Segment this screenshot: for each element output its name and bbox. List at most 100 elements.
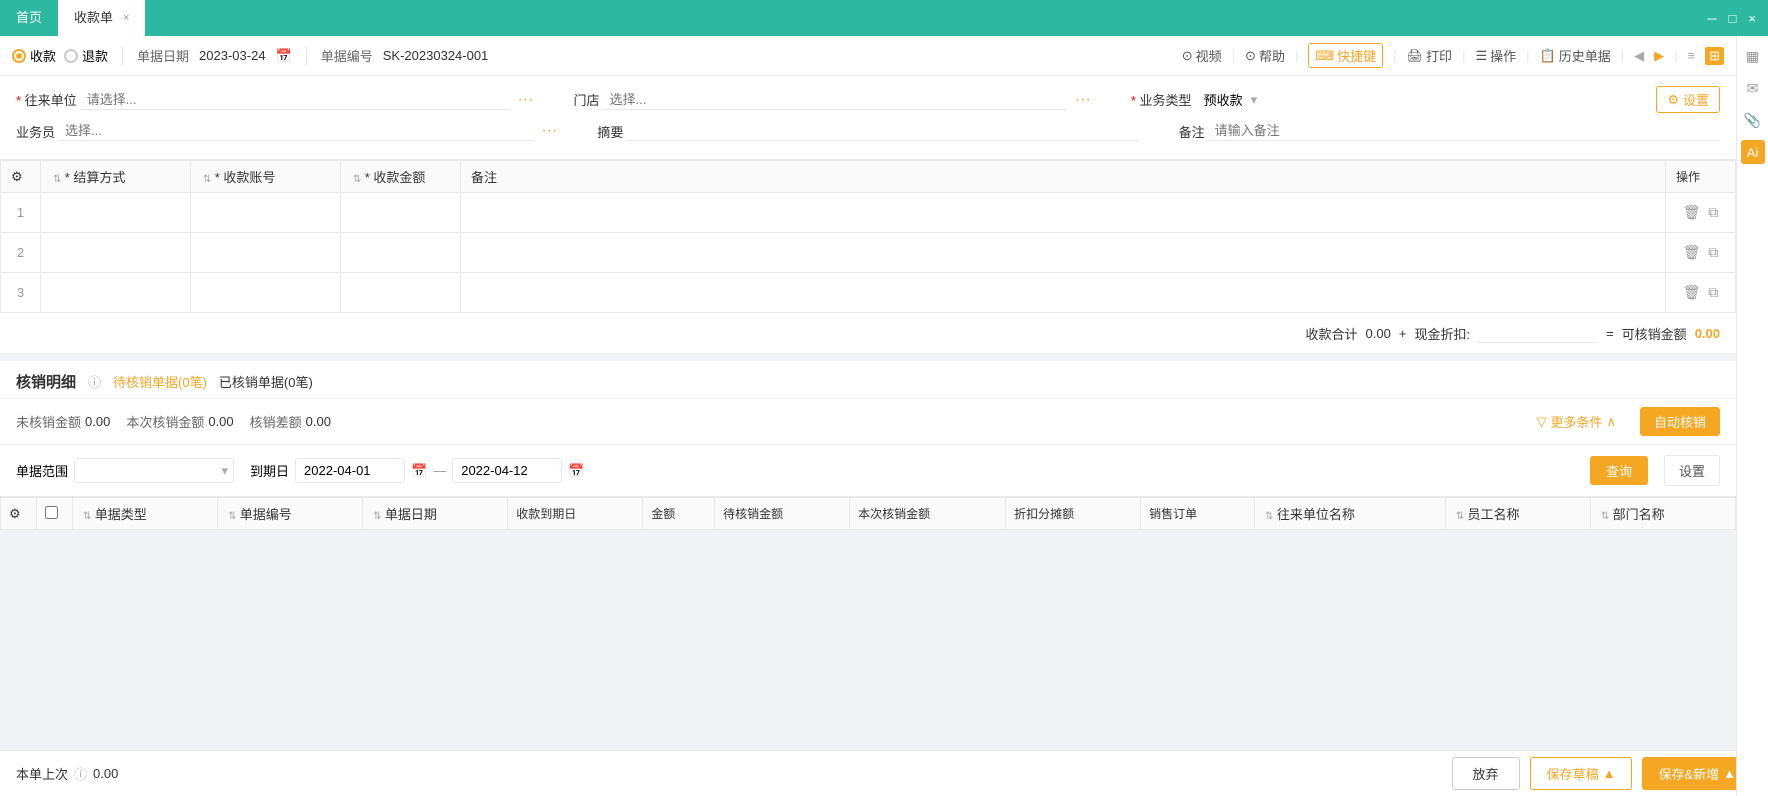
tab-home[interactable]: 首页: [0, 0, 58, 36]
query-btn[interactable]: 查询: [1590, 456, 1648, 485]
business-type-dropdown-icon[interactable]: ▾: [1251, 92, 1258, 108]
help-label: 帮助: [1259, 46, 1285, 65]
info-icon[interactable]: ⓘ: [88, 372, 101, 391]
store-input[interactable]: [603, 90, 1066, 110]
footer-left: 本单上次 ⓘ 0.00: [16, 764, 118, 783]
date-to-input[interactable]: [452, 458, 562, 483]
counterpart-input[interactable]: [81, 90, 510, 110]
pending-tab[interactable]: 待核销单据(0笔): [113, 372, 207, 391]
staff-input[interactable]: [59, 121, 533, 141]
diff-label: 核销差额: [250, 412, 302, 431]
window-close-icon[interactable]: ×: [1748, 11, 1756, 26]
sidebar-table-icon[interactable]: ▦: [1741, 44, 1765, 68]
nav-next-icon[interactable]: ▶: [1654, 48, 1664, 64]
operation-action[interactable]: ☰ 操作: [1475, 46, 1516, 65]
bth-settings[interactable]: ⚙: [1, 498, 37, 530]
sort-dept-icon: ⇅: [1601, 511, 1609, 522]
shortcut-action[interactable]: ⌨ 快捷键: [1308, 43, 1383, 68]
row-1-note[interactable]: [461, 193, 1666, 233]
bth-current: 本次核销金额: [850, 498, 1006, 530]
current-stat: 本次核销金额 0.00: [126, 412, 233, 431]
sidebar-camera-icon[interactable]: Ai: [1741, 140, 1765, 164]
store-more-btn[interactable]: ···: [1075, 91, 1091, 109]
row-3-account[interactable]: [191, 273, 341, 313]
row-3-copy-btn[interactable]: ⧉: [1706, 284, 1720, 301]
bth-checkbox[interactable]: [37, 498, 73, 530]
summary-label: 摘要: [597, 122, 623, 141]
th-amount: ⇅ * 收款金额: [341, 161, 461, 193]
sort-number-icon: ⇅: [228, 511, 236, 522]
nav-prev-icon[interactable]: ◀: [1634, 48, 1644, 64]
row-1-delete-btn[interactable]: 🗑: [1681, 204, 1703, 221]
th-settings[interactable]: ⚙: [1, 161, 41, 193]
tab-receipt[interactable]: 收款单 ×: [58, 0, 145, 36]
calendar-icon[interactable]: 📅: [276, 48, 292, 64]
done-tab[interactable]: 已核销单据(0笔): [219, 372, 313, 391]
refund-radio-label: 退款: [82, 46, 108, 65]
sort-settlement-icon[interactable]: ⇅: [53, 174, 61, 185]
row-3-settlement[interactable]: [41, 273, 191, 313]
sidebar-email-icon[interactable]: ✉: [1741, 76, 1765, 100]
total-value: 0.00: [1366, 326, 1391, 341]
note-input[interactable]: [1209, 121, 1720, 141]
refund-radio[interactable]: 退款: [64, 46, 108, 65]
row-2-note[interactable]: [461, 233, 1666, 273]
range-select[interactable]: [74, 458, 234, 483]
row-3-note[interactable]: [461, 273, 1666, 313]
auto-verification-btn[interactable]: 自动核销: [1640, 407, 1720, 436]
bth-due-date: 收款到期日: [508, 498, 643, 530]
row-2-copy-btn[interactable]: ⧉: [1706, 244, 1720, 261]
counterpart-more-btn[interactable]: ···: [517, 91, 533, 109]
tab-close-icon[interactable]: ×: [123, 0, 129, 36]
video-action[interactable]: ⊙ 视频: [1182, 46, 1222, 65]
calendar-to-icon[interactable]: 📅: [568, 463, 584, 479]
discard-button[interactable]: 放弃: [1452, 757, 1520, 790]
row-3-amount[interactable]: [341, 273, 461, 313]
filter-row: 单据范围 到期日 📅 — 📅 查询 设置: [0, 445, 1736, 497]
bth-pending: 待核销金额: [715, 498, 850, 530]
more-conditions[interactable]: ▽ 更多条件 ∧: [1536, 412, 1616, 431]
print-action[interactable]: 🖨 打印: [1407, 46, 1453, 65]
row-1-amount[interactable]: [341, 193, 461, 233]
counterpart-field: 往来单位 ···: [16, 90, 533, 110]
window-maximize-icon[interactable]: □: [1729, 11, 1737, 26]
row-1-copy-btn[interactable]: ⧉: [1706, 204, 1720, 221]
video-label: 视频: [1196, 46, 1222, 65]
shortcut-label: 快捷键: [1337, 46, 1376, 65]
clearable-value: 0.00: [1695, 326, 1720, 341]
discount-input[interactable]: [1478, 323, 1598, 343]
row-2-delete-btn[interactable]: 🗑: [1681, 244, 1703, 261]
calendar-from-icon[interactable]: 📅: [411, 463, 427, 479]
row-1-account[interactable]: [191, 193, 341, 233]
verification-title: 核销明细: [16, 371, 76, 392]
sort-account-icon[interactable]: ⇅: [203, 174, 211, 185]
list-view-icon[interactable]: ≡: [1688, 48, 1696, 63]
date-from-input[interactable]: [295, 458, 405, 483]
receipt-refund-radio: 收款 退款: [12, 46, 108, 65]
footer-actions: 放弃 保存草稿 ▲ 保存&新增 ▲: [1452, 757, 1752, 790]
save-draft-button[interactable]: 保存草稿 ▲: [1530, 757, 1633, 790]
toolbar: 收款 退款 单据日期 2023-03-24 📅 单据编号 SK-20230324…: [0, 36, 1736, 76]
uncleaned-label: 未核销金额: [16, 412, 81, 431]
sort-counterpart-icon: ⇅: [1265, 511, 1273, 522]
row-1-settlement[interactable]: [41, 193, 191, 233]
sidebar-attachment-icon[interactable]: 📎: [1741, 108, 1765, 132]
row-2-account[interactable]: [191, 233, 341, 273]
row-3-delete-btn[interactable]: 🗑: [1681, 284, 1703, 301]
summary-input[interactable]: [627, 121, 1138, 141]
select-all-checkbox[interactable]: [45, 506, 58, 519]
settings-button[interactable]: ⚙ 设置: [1656, 86, 1720, 113]
row-2-settlement[interactable]: [41, 233, 191, 273]
diff-value: 0.00: [306, 414, 331, 429]
sort-amount-icon[interactable]: ⇅: [353, 174, 361, 185]
help-action[interactable]: ⊙ 帮助: [1245, 46, 1285, 65]
history-action[interactable]: 📋 历史单据: [1540, 46, 1611, 65]
tab-receipt-label: 收款单: [74, 0, 113, 36]
row-2-amount[interactable]: [341, 233, 461, 273]
filter-settings-btn[interactable]: 设置: [1664, 455, 1720, 486]
grid-view-icon[interactable]: ⊞: [1705, 47, 1724, 65]
receipt-radio[interactable]: 收款: [12, 46, 56, 65]
staff-more-btn[interactable]: ···: [541, 122, 557, 140]
window-minimize-icon[interactable]: ─: [1707, 11, 1716, 26]
bth-type: ⇅ 单据类型: [73, 498, 218, 530]
